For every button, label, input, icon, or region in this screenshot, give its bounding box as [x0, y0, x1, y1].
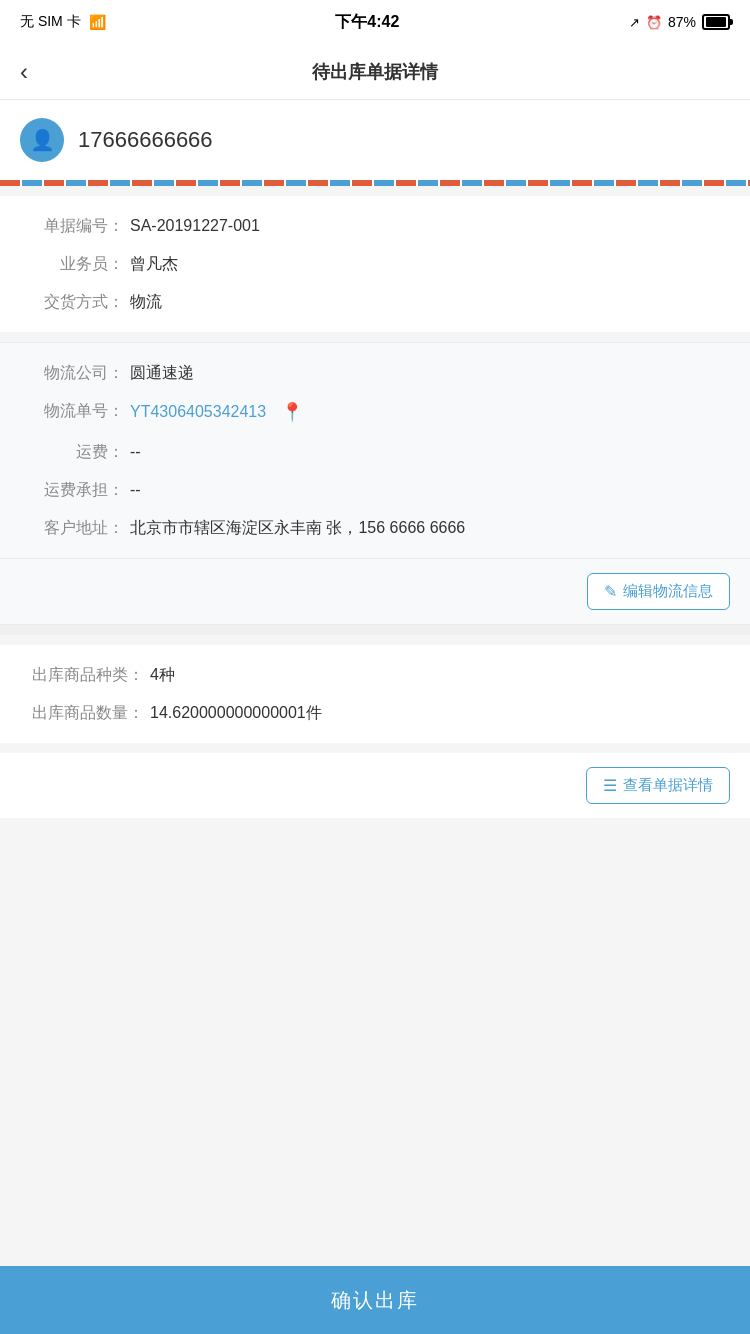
avatar: 👤 [20, 118, 64, 162]
status-right: ↗ ⏰ 87% [629, 14, 730, 30]
goods-section: 出库商品种类： 4种 出库商品数量： 14.620000000000001件 [0, 645, 750, 743]
goods-quantity-row: 出库商品数量： 14.620000000000001件 [24, 701, 726, 725]
edit-logistics-button[interactable]: ✎ 编辑物流信息 [587, 573, 730, 610]
document-number-label: 单据编号： [24, 214, 124, 238]
edit-logistics-label: 编辑物流信息 [623, 582, 713, 601]
battery-icon [702, 14, 730, 30]
tracking-number-label: 物流单号： [24, 399, 124, 423]
bottom-spacer [0, 818, 750, 998]
logistics-company-label: 物流公司： [24, 361, 124, 385]
salesperson-label: 业务员： [24, 252, 124, 276]
address-row: 客户地址： 北京市市辖区海淀区永丰南 张，156 6666 6666 [24, 516, 726, 540]
address-label: 客户地址： [24, 516, 124, 540]
view-detail-button-row: ☰ 查看单据详情 [0, 753, 750, 818]
location-track-icon[interactable]: 📍 [281, 399, 303, 426]
view-detail-button[interactable]: ☰ 查看单据详情 [586, 767, 730, 804]
detail-icon: ☰ [603, 776, 617, 795]
alarm-icon: ⏰ [646, 15, 662, 30]
view-detail-label: 查看单据详情 [623, 776, 713, 795]
section-divider-1 [0, 625, 750, 635]
logistics-company-row: 物流公司： 圆通速递 [24, 361, 726, 385]
logistics-company-value: 圆通速递 [130, 361, 726, 385]
goods-types-value: 4种 [150, 663, 726, 687]
carrier-label: 无 SIM 卡 [20, 13, 81, 31]
tracking-number-value: YT4306405342413 📍 [130, 399, 726, 426]
page-title: 待出库单据详情 [312, 60, 438, 84]
document-number-value: SA-20191227-001 [130, 214, 726, 238]
battery-label: 87% [668, 14, 696, 30]
edit-icon: ✎ [604, 582, 617, 601]
confirm-button[interactable]: 确认出库 [0, 1266, 750, 1334]
status-left: 无 SIM 卡 📶 [20, 13, 106, 31]
freight-bearer-row: 运费承担： -- [24, 478, 726, 502]
goods-types-row: 出库商品种类： 4种 [24, 663, 726, 687]
freight-row: 运费： -- [24, 440, 726, 464]
goods-types-label: 出库商品种类： [24, 663, 144, 687]
document-number-row: 单据编号： SA-20191227-001 [24, 214, 726, 238]
salesperson-value: 曾凡杰 [130, 252, 726, 276]
customer-section: 👤 17666666666 [0, 100, 750, 186]
address-value: 北京市市辖区海淀区永丰南 张，156 6666 6666 [130, 516, 726, 540]
status-time: 下午4:42 [335, 12, 399, 33]
avatar-icon: 👤 [30, 128, 55, 152]
goods-quantity-value: 14.620000000000001件 [150, 701, 726, 725]
decorative-border [0, 180, 750, 186]
salesperson-row: 业务员： 曾凡杰 [24, 252, 726, 276]
tracking-number-row: 物流单号： YT4306405342413 📍 [24, 399, 726, 426]
freight-value: -- [130, 440, 726, 464]
back-button[interactable]: ‹ [20, 58, 60, 86]
delivery-method-value: 物流 [130, 290, 726, 314]
customer-phone: 17666666666 [78, 127, 213, 153]
edit-logistics-button-row: ✎ 编辑物流信息 [0, 559, 750, 625]
delivery-method-row: 交货方式： 物流 [24, 290, 726, 314]
wifi-icon: 📶 [89, 14, 106, 30]
logistics-section: 物流公司： 圆通速递 物流单号： YT4306405342413 📍 运费： -… [0, 342, 750, 559]
status-bar: 无 SIM 卡 📶 下午4:42 ↗ ⏰ 87% [0, 0, 750, 44]
delivery-method-label: 交货方式： [24, 290, 124, 314]
freight-label: 运费： [24, 440, 124, 464]
customer-header: 👤 17666666666 [0, 100, 750, 180]
location-icon: ↗ [629, 15, 640, 30]
goods-quantity-label: 出库商品数量： [24, 701, 144, 725]
freight-bearer-value: -- [130, 478, 726, 502]
nav-bar: ‹ 待出库单据详情 [0, 44, 750, 100]
confirm-label: 确认出库 [331, 1287, 419, 1314]
freight-bearer-label: 运费承担： [24, 478, 124, 502]
order-info-section: 单据编号： SA-20191227-001 业务员： 曾凡杰 交货方式： 物流 [0, 196, 750, 332]
